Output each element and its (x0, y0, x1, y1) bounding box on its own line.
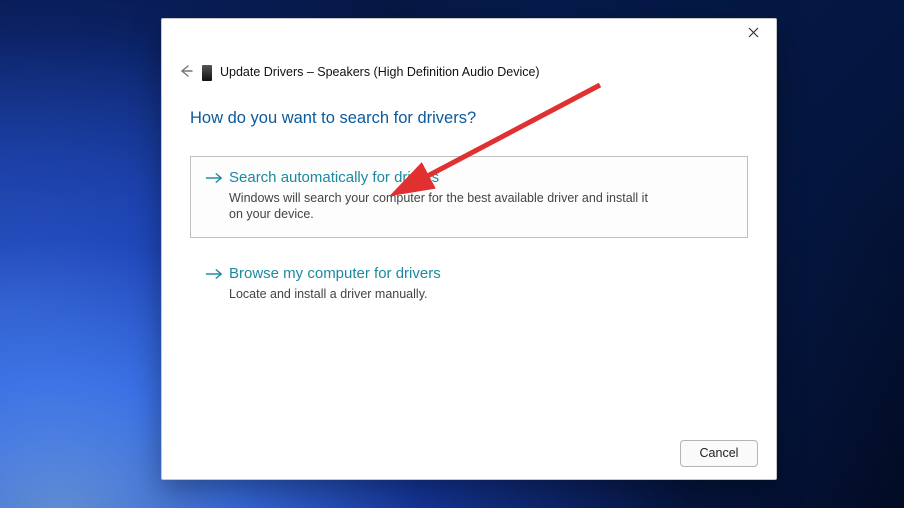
option-description: Locate and install a driver manually. (229, 286, 659, 302)
update-drivers-dialog: Update Drivers – Speakers (High Definiti… (161, 18, 777, 480)
arrow-left-icon (178, 64, 194, 83)
option-text: Browse my computer for drivers Locate an… (229, 265, 733, 302)
arrow-right-icon (205, 171, 223, 185)
arrow-right-icon (205, 267, 223, 281)
speaker-device-icon (202, 65, 212, 81)
titlebar (162, 19, 776, 67)
option-title: Browse my computer for drivers (229, 265, 733, 283)
dialog-heading: How do you want to search for drivers? (190, 109, 748, 128)
dialog-title: Update Drivers – Speakers (High Definiti… (220, 65, 540, 79)
option-description: Windows will search your computer for th… (229, 190, 659, 223)
cancel-button[interactable]: Cancel (680, 440, 758, 467)
option-browse-computer[interactable]: Browse my computer for drivers Locate an… (190, 252, 748, 317)
dialog-footer: Cancel (162, 427, 776, 479)
back-button[interactable] (176, 63, 196, 83)
desktop-background: Update Drivers – Speakers (High Definiti… (0, 0, 904, 508)
option-text: Search automatically for drivers Windows… (229, 169, 733, 223)
close-icon (748, 25, 759, 43)
close-button[interactable] (730, 19, 776, 49)
dialog-content: How do you want to search for drivers? S… (190, 109, 748, 419)
option-title: Search automatically for drivers (229, 169, 733, 187)
option-search-automatically[interactable]: Search automatically for drivers Windows… (190, 156, 748, 238)
